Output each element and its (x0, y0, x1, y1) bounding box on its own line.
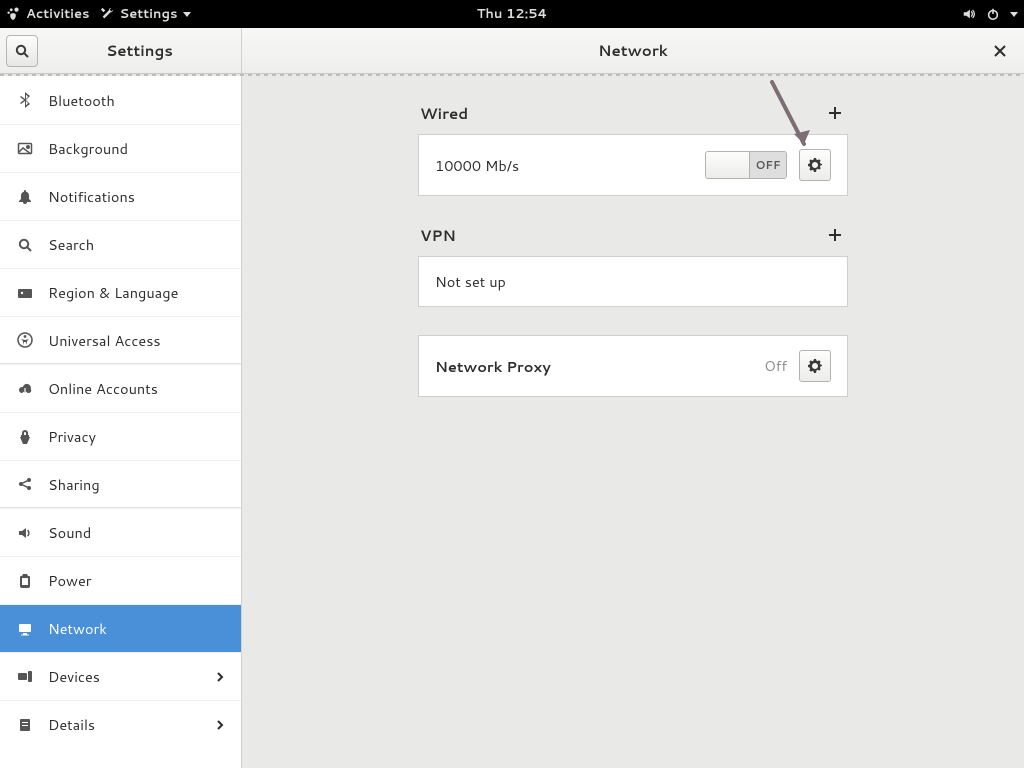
sidebar-item-label: Devices (48, 666, 100, 687)
share-icon (16, 476, 34, 492)
gear-icon (807, 157, 823, 173)
power-icon (16, 573, 34, 589)
clock-label: Thu 12:54 (477, 5, 548, 23)
wired-title: Wired (420, 103, 468, 124)
plus-icon (828, 228, 842, 242)
proxy-status: Off (764, 356, 787, 376)
vpn-status: Not set up (435, 271, 506, 292)
sidebar-item-label: Bluetooth (48, 90, 115, 111)
sidebar-item-label: Sharing (48, 474, 100, 495)
sidebar-item-power[interactable]: Power (0, 556, 241, 604)
gear-icon (807, 358, 823, 374)
region-icon (16, 285, 34, 301)
proxy-settings-button[interactable] (799, 350, 831, 382)
network-icon (16, 621, 34, 637)
chevron-down-icon (183, 12, 191, 17)
app-menu-button[interactable]: Settings (100, 5, 192, 23)
headerbar: Settings Network (0, 28, 1024, 74)
search-icon (16, 237, 34, 253)
wired-toggle[interactable]: OFF (705, 151, 787, 179)
wired-section: Wired 10000 Mb/s OFF (418, 102, 848, 196)
sidebar-item-sharing[interactable]: Sharing (0, 460, 241, 508)
sidebar-item-label: Details (48, 714, 95, 735)
close-icon (993, 44, 1007, 58)
app-menu-label: Settings (120, 5, 178, 23)
clock-button[interactable]: Thu 12:54 (477, 5, 548, 23)
network-content: Wired 10000 Mb/s OFF (242, 76, 1024, 768)
sidebar-item-network[interactable]: Network (0, 604, 241, 652)
toggle-label: OFF (750, 152, 786, 178)
add-wired-button[interactable] (824, 102, 846, 124)
sidebar-title: Settings (38, 40, 241, 61)
bell-icon (16, 189, 34, 205)
toggle-knob (706, 152, 750, 178)
sidebar-item-label: Power (48, 570, 91, 591)
power-icon[interactable] (986, 7, 1000, 21)
accessibility-icon (16, 332, 34, 348)
activities-button[interactable]: Activities (6, 5, 90, 23)
wired-settings-button[interactable] (799, 149, 831, 181)
system-menu-chevron-icon[interactable] (1010, 12, 1018, 17)
devices-icon (16, 669, 34, 685)
volume-icon[interactable] (962, 7, 976, 21)
sidebar-item-notifications[interactable]: Notifications (0, 172, 241, 220)
proxy-title: Network Proxy (435, 356, 551, 377)
chevron-right-icon (215, 671, 225, 683)
sidebar-item-bluetooth[interactable]: Bluetooth (0, 76, 241, 124)
sidebar-item-label: Background (48, 138, 128, 159)
sound-icon (16, 525, 34, 541)
settings-sidebar: Bluetooth Background Notifications Search Re… (0, 76, 242, 768)
vpn-status-row: Not set up (419, 257, 847, 306)
sidebar-item-sound[interactable]: Sound (0, 508, 241, 556)
activities-label: Activities (26, 5, 90, 23)
cloud-icon (16, 381, 34, 397)
settings-tools-icon (100, 7, 114, 21)
page-title: Network (598, 40, 668, 61)
add-vpn-button[interactable] (824, 224, 846, 246)
chevron-right-icon (215, 719, 225, 731)
details-icon (16, 717, 34, 733)
sidebar-item-label: Sound (48, 522, 91, 543)
sidebar-item-label: Notifications (48, 186, 135, 207)
sidebar-item-label: Online Accounts (48, 378, 158, 399)
proxy-section: Network Proxy Off (418, 335, 848, 397)
sidebar-item-label: Network (48, 618, 107, 639)
sidebar-item-privacy[interactable]: Privacy (0, 412, 241, 460)
vpn-title: VPN (420, 225, 456, 246)
search-icon (14, 43, 30, 59)
background-icon (16, 141, 34, 157)
sidebar-item-label: Region & Language (48, 282, 178, 303)
search-button[interactable] (6, 35, 38, 67)
proxy-row[interactable]: Network Proxy Off (419, 336, 847, 396)
vpn-section: VPN Not set up (418, 224, 848, 307)
wired-connection-row: 10000 Mb/s OFF (419, 135, 847, 195)
sidebar-item-background[interactable]: Background (0, 124, 241, 172)
gnome-logo-icon (6, 7, 20, 21)
plus-icon (828, 106, 842, 120)
sidebar-item-devices[interactable]: Devices (0, 652, 241, 700)
gnome-top-panel: Activities Settings Thu 12:54 (0, 0, 1024, 28)
bluetooth-icon (16, 92, 34, 108)
sidebar-item-universal-access[interactable]: Universal Access (0, 316, 241, 364)
wired-speed: 10000 Mb/s (435, 155, 519, 176)
sidebar-item-region-language[interactable]: Region & Language (0, 268, 241, 316)
sidebar-item-label: Search (48, 234, 94, 255)
sidebar-item-label: Privacy (48, 426, 96, 447)
sidebar-item-online-accounts[interactable]: Online Accounts (0, 364, 241, 412)
sidebar-item-label: Universal Access (48, 330, 161, 351)
sidebar-item-search[interactable]: Search (0, 220, 241, 268)
privacy-icon (16, 429, 34, 445)
sidebar-item-details[interactable]: Details (0, 700, 241, 748)
close-button[interactable] (986, 37, 1014, 65)
